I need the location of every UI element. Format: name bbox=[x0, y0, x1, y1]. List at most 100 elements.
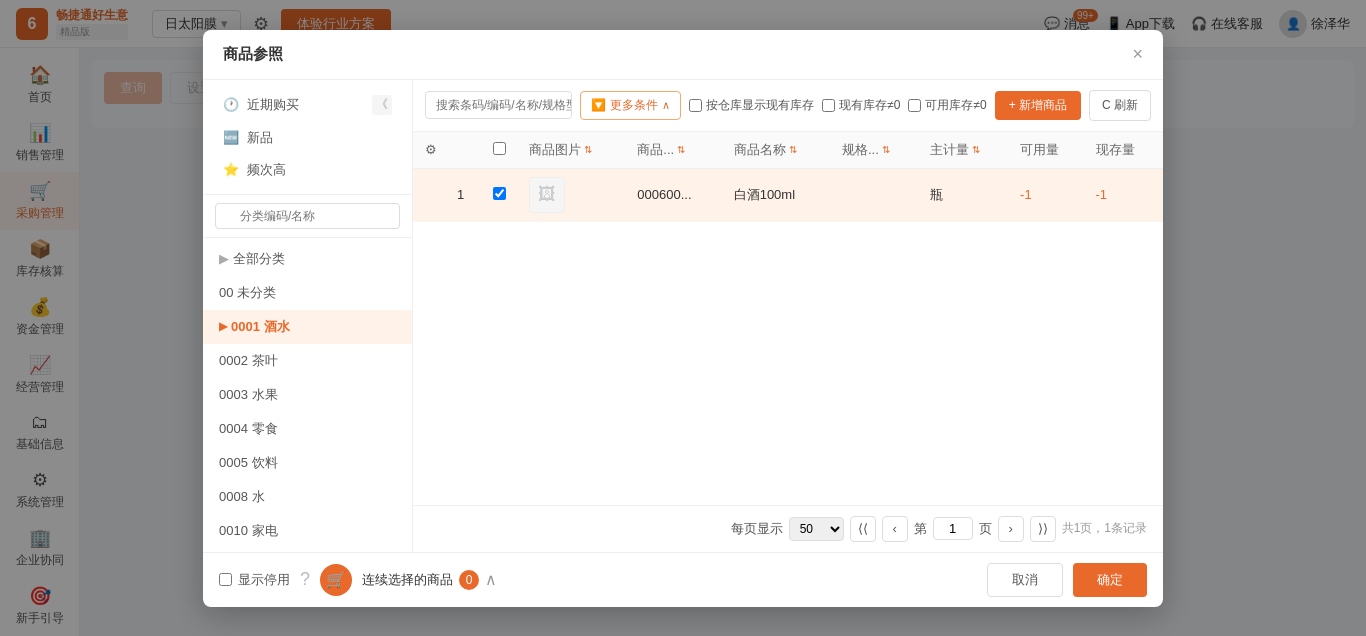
product-search-input[interactable] bbox=[426, 93, 572, 117]
checkbox-nonzero-stock[interactable]: 现有库存≠0 bbox=[822, 97, 900, 114]
product-search-wrap: 🔍 bbox=[425, 91, 572, 119]
cancel-btn[interactable]: 取消 bbox=[987, 563, 1063, 597]
td-unit: 瓶 bbox=[922, 168, 1013, 221]
cat-all-arrow: ▶ bbox=[219, 251, 229, 266]
modal-right-panel: 🔍 🔽 更多条件 ∧ 按仓库显示现有库存 现有库存≠0 bbox=[413, 80, 1163, 552]
th-unit-label: 主计量 bbox=[930, 141, 969, 159]
filter-btn-label: 更多条件 bbox=[610, 97, 658, 114]
th-name-label: 商品名称 bbox=[734, 141, 786, 159]
modal-left-panel: 🕐 近期购买 《 🆕 新品 ⭐ 频次高 bbox=[203, 80, 413, 552]
th-code: 商品... ⇅ bbox=[629, 132, 725, 169]
show-disabled-checkbox[interactable] bbox=[219, 573, 232, 586]
show-disabled-toggle[interactable]: 显示停用 bbox=[219, 571, 290, 589]
modal-toolbar: 🔍 🔽 更多条件 ∧ 按仓库显示现有库存 现有库存≠0 bbox=[413, 80, 1163, 132]
quick-recent-label: 近期购买 bbox=[247, 96, 299, 114]
cat-0001-arrow: ▶ bbox=[219, 320, 227, 333]
checkbox-nonzero-stock-input[interactable] bbox=[822, 99, 835, 112]
page-input[interactable] bbox=[933, 517, 973, 540]
refresh-product-btn[interactable]: C 刷新 bbox=[1089, 90, 1151, 121]
prev-page-btn[interactable]: ‹ bbox=[882, 516, 908, 542]
continuous-select-area: 连续选择的商品 0 ∧ bbox=[362, 570, 497, 590]
cat-0004-label: 0004 零食 bbox=[219, 420, 278, 438]
quick-item-frequent[interactable]: ⭐ 频次高 bbox=[215, 154, 400, 186]
cat-0008[interactable]: 0008 水 bbox=[203, 480, 412, 514]
td-checkbox bbox=[485, 168, 521, 221]
cat-0005[interactable]: 0005 饮料 bbox=[203, 446, 412, 480]
td-name: 白酒100ml bbox=[726, 168, 834, 221]
cat-0008-label: 0008 水 bbox=[219, 488, 265, 506]
sort-code-icon: ⇅ bbox=[677, 144, 685, 155]
cat-all[interactable]: ▶ 全部分类 bbox=[203, 242, 412, 276]
sort-image-icon: ⇅ bbox=[584, 144, 592, 155]
cat-0002-label: 0002 茶叶 bbox=[219, 352, 278, 370]
cat-0002[interactable]: 0002 茶叶 bbox=[203, 344, 412, 378]
filter-more-btn[interactable]: 🔽 更多条件 ∧ bbox=[580, 91, 681, 120]
modal-pagination: 每页显示 50 10 20 100 ⟨⟨ ‹ 第 页 › ⟩⟩ 共1页，1条记录 bbox=[413, 505, 1163, 552]
modal-close-btn[interactable]: × bbox=[1132, 44, 1143, 65]
star-icon: ⭐ bbox=[223, 162, 239, 177]
th-image: 商品图片 ⇅ bbox=[521, 132, 629, 169]
footer-collapse-icon[interactable]: ∧ bbox=[485, 570, 497, 589]
checkbox-warehouse-stock-label: 按仓库显示现有库存 bbox=[706, 97, 814, 114]
table-row[interactable]: 1 🖼 000600... 白酒100ml 瓶 -1 -1 bbox=[413, 168, 1163, 221]
cat-0003[interactable]: 0003 水果 bbox=[203, 378, 412, 412]
confirm-btn[interactable]: 确定 bbox=[1073, 563, 1147, 597]
cat-00[interactable]: 00 未分类 bbox=[203, 276, 412, 310]
product-table-wrap: ⚙ 商品图片 ⇅ bbox=[413, 132, 1163, 505]
checkbox-warehouse-stock-input[interactable] bbox=[689, 99, 702, 112]
th-stock: 现存量 bbox=[1088, 132, 1163, 169]
td-stock: -1 bbox=[1088, 168, 1163, 221]
new-icon: 🆕 bbox=[223, 130, 239, 145]
cat-0004[interactable]: 0004 零食 bbox=[203, 412, 412, 446]
sort-unit-icon: ⇅ bbox=[972, 144, 980, 155]
td-image: 🖼 bbox=[521, 168, 629, 221]
modal-title: 商品参照 bbox=[223, 45, 283, 64]
quick-item-new[interactable]: 🆕 新品 bbox=[215, 122, 400, 154]
page-total-info: 共1页，1条记录 bbox=[1062, 520, 1147, 537]
last-page-btn[interactable]: ⟩⟩ bbox=[1030, 516, 1056, 542]
checkbox-available-nonzero[interactable]: 可用库存≠0 bbox=[908, 97, 986, 114]
next-page-btn[interactable]: › bbox=[998, 516, 1024, 542]
checkbox-available-nonzero-label: 可用库存≠0 bbox=[925, 97, 986, 114]
page-suffix: 页 bbox=[979, 520, 992, 538]
add-product-btn[interactable]: + 新增商品 bbox=[995, 91, 1081, 120]
th-code-label: 商品... bbox=[637, 141, 674, 159]
sort-name-icon: ⇅ bbox=[789, 144, 797, 155]
first-page-btn[interactable]: ⟨⟨ bbox=[850, 516, 876, 542]
quick-frequent-label: 频次高 bbox=[247, 161, 286, 179]
checkbox-available-nonzero-input[interactable] bbox=[908, 99, 921, 112]
category-list: ▶ 全部分类 00 未分类 ▶ 0001 酒水 0002 茶叶 0003 水果 bbox=[203, 238, 412, 552]
product-table: ⚙ 商品图片 ⇅ bbox=[413, 132, 1163, 222]
product-reference-modal: 商品参照 × 🕐 近期购买 《 🆕 新品 bbox=[203, 30, 1163, 607]
help-icon[interactable]: ? bbox=[300, 569, 310, 590]
modal-overlay: 商品参照 × 🕐 近期购买 《 🆕 新品 bbox=[0, 0, 1366, 636]
category-search-input[interactable] bbox=[215, 203, 400, 229]
th-spec: 规格... ⇅ bbox=[834, 132, 922, 169]
th-available-label: 可用量 bbox=[1020, 141, 1059, 159]
cat-0010[interactable]: 0010 家电 bbox=[203, 514, 412, 548]
cat-0001[interactable]: ▶ 0001 酒水 bbox=[203, 310, 412, 344]
th-spec-label: 规格... bbox=[842, 141, 879, 159]
th-settings: ⚙ bbox=[413, 132, 449, 169]
footer-action-buttons: 取消 确定 bbox=[987, 563, 1147, 597]
cart-btn[interactable]: 🛒 bbox=[320, 564, 352, 596]
per-page-select[interactable]: 50 10 20 100 bbox=[789, 517, 844, 541]
show-disabled-label: 显示停用 bbox=[238, 571, 290, 589]
th-stock-label: 现存量 bbox=[1096, 141, 1135, 159]
sort-spec-icon: ⇅ bbox=[882, 144, 890, 155]
cat-00-label: 00 未分类 bbox=[219, 284, 276, 302]
continuous-select-label: 连续选择的商品 bbox=[362, 571, 453, 589]
row-checkbox[interactable] bbox=[493, 187, 506, 200]
th-name: 商品名称 ⇅ bbox=[726, 132, 834, 169]
product-table-body: 1 🖼 000600... 白酒100ml 瓶 -1 -1 bbox=[413, 168, 1163, 221]
quick-item-recent[interactable]: 🕐 近期购买 《 bbox=[215, 88, 400, 122]
th-unit: 主计量 ⇅ bbox=[922, 132, 1013, 169]
filter-icon: 🔽 bbox=[591, 98, 606, 112]
checkbox-warehouse-stock[interactable]: 按仓库显示现有库存 bbox=[689, 97, 814, 114]
select-all-checkbox[interactable] bbox=[493, 142, 506, 155]
collapse-panel-btn[interactable]: 《 bbox=[372, 95, 392, 115]
cat-search-wrap: 🔍 bbox=[215, 203, 400, 229]
th-checkbox bbox=[485, 132, 521, 169]
modal-header: 商品参照 × bbox=[203, 30, 1163, 80]
td-empty bbox=[413, 168, 449, 221]
